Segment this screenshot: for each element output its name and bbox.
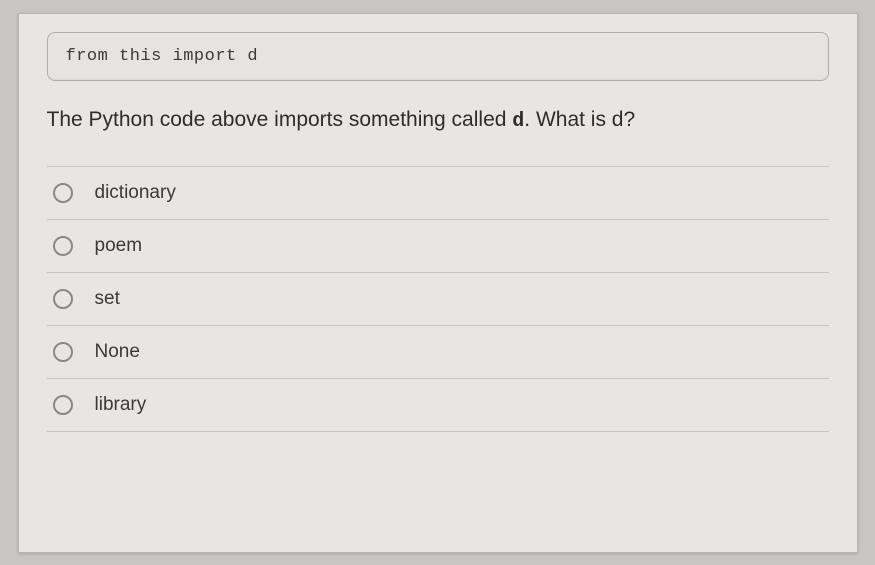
code-block: from this import d xyxy=(47,32,829,81)
option-label: library xyxy=(95,394,147,416)
question-code-term: d xyxy=(512,110,524,133)
question-prefix: The Python code above imports something … xyxy=(47,108,513,131)
code-text: from this import d xyxy=(66,47,259,66)
option-label: poem xyxy=(95,235,143,257)
option-label: dictionary xyxy=(95,182,176,204)
option-dictionary[interactable]: dictionary xyxy=(47,167,829,220)
options-list: dictionary poem set None library xyxy=(47,166,829,432)
radio-icon xyxy=(53,342,73,362)
option-label: set xyxy=(95,288,120,310)
option-label: None xyxy=(95,341,140,363)
radio-icon xyxy=(53,183,73,203)
radio-icon xyxy=(53,236,73,256)
question-suffix: . What is d? xyxy=(524,108,635,131)
question-card: from this import d The Python code above… xyxy=(18,13,858,553)
option-library[interactable]: library xyxy=(47,379,829,432)
option-poem[interactable]: poem xyxy=(47,220,829,273)
option-none[interactable]: None xyxy=(47,326,829,379)
radio-icon xyxy=(53,289,73,309)
question-text: The Python code above imports something … xyxy=(47,105,829,136)
radio-icon xyxy=(53,395,73,415)
option-set[interactable]: set xyxy=(47,273,829,326)
